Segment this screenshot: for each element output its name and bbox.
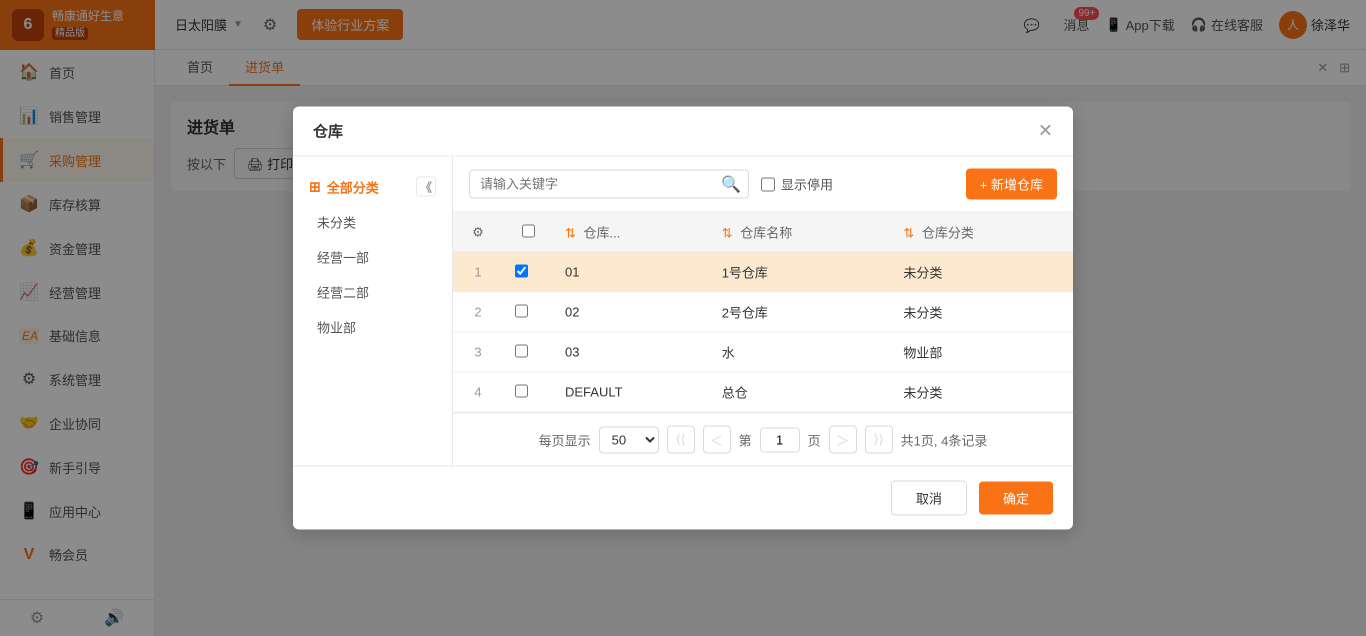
add-warehouse-button[interactable]: + 新增仓库 bbox=[966, 169, 1057, 200]
category-collapse-button[interactable]: 《 bbox=[416, 177, 436, 197]
show-disabled-text: 显示停用 bbox=[781, 175, 833, 194]
sort-icon-code: ⇅ bbox=[565, 226, 576, 241]
last-page-button[interactable]: ⟩⟩ bbox=[865, 426, 893, 454]
search-button[interactable]: 🔍 bbox=[721, 174, 741, 194]
page-label: 第 bbox=[739, 430, 752, 449]
category-item-unclassified[interactable]: 未分类 bbox=[293, 205, 452, 240]
table-row[interactable]: 1 01 1号仓库 未分类 bbox=[453, 252, 1073, 292]
modal-footer: 取消 确定 bbox=[293, 466, 1073, 530]
category-panel: ⊞ 全部分类 《 未分类 经营一部 经营二部 物业部 bbox=[293, 157, 453, 466]
modal-title: 仓库 bbox=[313, 121, 343, 142]
modal-header: 仓库 ✕ bbox=[293, 107, 1073, 157]
category-item-dept2[interactable]: 经营二部 bbox=[293, 275, 452, 310]
row-checkbox-cell bbox=[503, 372, 553, 412]
category-label-property: 物业部 bbox=[317, 321, 356, 336]
table-toolbar: 🔍 显示停用 + 新增仓库 bbox=[453, 157, 1073, 213]
row-checkbox[interactable] bbox=[515, 304, 528, 317]
row-category: 未分类 bbox=[891, 252, 1073, 292]
warehouse-modal: 仓库 ✕ ⊞ 全部分类 《 未分类 经营一部 经营二部 物业部 bbox=[293, 107, 1073, 530]
row-num: 1 bbox=[453, 252, 503, 292]
modal-close-icon[interactable]: ✕ bbox=[1038, 121, 1053, 142]
data-table: ⚙ ⇅ 仓库... ⇅ 仓库名称 bbox=[453, 213, 1073, 413]
col-code[interactable]: ⇅ 仓库... bbox=[553, 213, 710, 253]
modal-body: ⊞ 全部分类 《 未分类 经营一部 经营二部 物业部 � bbox=[293, 157, 1073, 466]
col-name[interactable]: ⇅ 仓库名称 bbox=[710, 213, 892, 253]
search-box: 🔍 bbox=[469, 170, 749, 199]
show-disabled-checkbox[interactable] bbox=[761, 177, 775, 191]
table-panel: 🔍 显示停用 + 新增仓库 ⚙ bbox=[453, 157, 1073, 466]
category-label-unclassified: 未分类 bbox=[317, 216, 356, 231]
total-info: 共1页, 4条记录 bbox=[901, 430, 988, 449]
warehouse-table: ⚙ ⇅ 仓库... ⇅ 仓库名称 bbox=[453, 213, 1073, 413]
show-disabled-label[interactable]: 显示停用 bbox=[761, 175, 833, 194]
table-row[interactable]: 4 DEFAULT 总仓 未分类 bbox=[453, 372, 1073, 412]
col-code-label: 仓库... bbox=[584, 226, 621, 241]
category-item-dept1[interactable]: 经营一部 bbox=[293, 240, 452, 275]
next-page-button[interactable]: ＞ bbox=[829, 426, 857, 454]
per-page-select[interactable]: 50 100 200 bbox=[599, 426, 659, 453]
row-name: 水 bbox=[710, 332, 892, 372]
per-page-label: 每页显示 bbox=[539, 430, 591, 449]
row-category: 未分类 bbox=[891, 372, 1073, 412]
first-page-button[interactable]: ⟨⟨ bbox=[667, 426, 695, 454]
select-all-checkbox[interactable] bbox=[522, 224, 535, 237]
table-row[interactable]: 2 02 2号仓库 未分类 bbox=[453, 292, 1073, 332]
search-input[interactable] bbox=[469, 170, 749, 199]
row-code: 02 bbox=[553, 292, 710, 332]
row-code: 03 bbox=[553, 332, 710, 372]
col-category[interactable]: ⇅ 仓库分类 bbox=[891, 213, 1073, 253]
pagination: 每页显示 50 100 200 ⟨⟨ ＜ 第 页 ＞ ⟩⟩ 共1页, 4条记录 bbox=[453, 413, 1073, 466]
row-name: 2号仓库 bbox=[710, 292, 892, 332]
row-category: 未分类 bbox=[891, 292, 1073, 332]
sort-icon-category: ⇅ bbox=[903, 226, 914, 241]
category-label-dept1: 经营一部 bbox=[317, 251, 369, 266]
row-checkbox-cell bbox=[503, 252, 553, 292]
col-category-label: 仓库分类 bbox=[922, 226, 974, 241]
row-checkbox[interactable] bbox=[515, 384, 528, 397]
row-checkbox[interactable] bbox=[515, 344, 528, 357]
col-name-label: 仓库名称 bbox=[740, 226, 792, 241]
row-checkbox-cell bbox=[503, 332, 553, 372]
cancel-button[interactable]: 取消 bbox=[891, 481, 967, 516]
col-settings: ⚙ bbox=[453, 213, 503, 253]
page-unit: 页 bbox=[808, 430, 821, 449]
row-category: 物业部 bbox=[891, 332, 1073, 372]
row-num: 3 bbox=[453, 332, 503, 372]
row-checkbox-cell bbox=[503, 292, 553, 332]
row-checkbox[interactable] bbox=[515, 264, 528, 277]
sort-icon-name: ⇅ bbox=[722, 226, 733, 241]
category-item-property[interactable]: 物业部 bbox=[293, 310, 452, 345]
page-number-input[interactable] bbox=[760, 427, 800, 452]
row-num: 2 bbox=[453, 292, 503, 332]
col-checkbox bbox=[503, 213, 553, 253]
category-all-label: 全部分类 bbox=[327, 177, 379, 196]
category-label-dept2: 经营二部 bbox=[317, 286, 369, 301]
table-row[interactable]: 3 03 水 物业部 bbox=[453, 332, 1073, 372]
prev-page-button[interactable]: ＜ bbox=[703, 426, 731, 454]
row-code: 01 bbox=[553, 252, 710, 292]
confirm-button[interactable]: 确定 bbox=[979, 482, 1053, 515]
row-num: 4 bbox=[453, 372, 503, 412]
category-all[interactable]: ⊞ 全部分类 《 bbox=[293, 169, 452, 205]
row-code: DEFAULT bbox=[553, 372, 710, 412]
row-name: 1号仓库 bbox=[710, 252, 892, 292]
row-name: 总仓 bbox=[710, 372, 892, 412]
gear-col-icon: ⚙ bbox=[472, 224, 484, 239]
grid-icon: ⊞ bbox=[309, 178, 321, 195]
